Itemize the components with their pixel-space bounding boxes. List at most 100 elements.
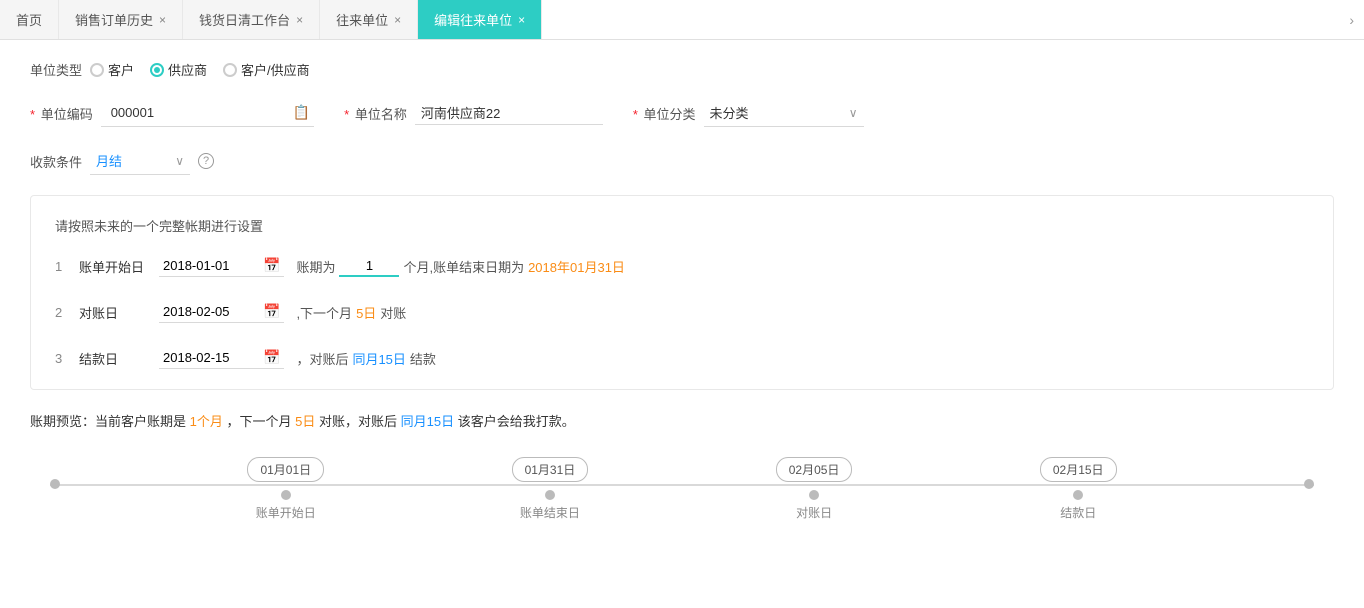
desc-suffix-3: 结款: [410, 349, 436, 368]
setting-row-1: 1 账单开始日 📅 账期为 个月,账单结束日期为 2018年01月31日: [55, 255, 1309, 277]
timeline-point-1: 01月01日 账单开始日: [247, 457, 324, 521]
required-star-cat: *: [633, 107, 638, 122]
payment-calendar-icon[interactable]: 📅: [263, 349, 280, 366]
timeline-end: [1304, 479, 1314, 489]
radio-customer-label: 客户: [108, 60, 134, 79]
copy-icon[interactable]: 📋: [293, 104, 310, 121]
unit-code-input-wrapper: 📋: [101, 99, 314, 127]
period-input[interactable]: [339, 256, 399, 277]
payment-date-input[interactable]: [163, 350, 263, 365]
timeline-point-2: 01月31日 账单结束日: [512, 457, 589, 521]
reconcile-date-input-wrapper: 📅: [159, 301, 284, 323]
payment-terms-field: 收款条件 月结 ∨ ?: [30, 147, 214, 175]
row-label-2: 对账日: [79, 303, 159, 322]
start-date-calendar-icon[interactable]: 📅: [263, 257, 280, 274]
radio-supplier[interactable]: 供应商: [150, 60, 207, 79]
preview-part3: 同月15日: [401, 414, 454, 429]
radio-group: 客户 供应商 客户/供应商: [90, 60, 310, 79]
desc-prefix-3: ，对账后: [296, 349, 348, 368]
tab-sales-label: 销售订单历史: [75, 10, 153, 29]
tab-sales-history[interactable]: 销售订单历史 ×: [59, 0, 183, 39]
tab-cash-label: 钱货日清工作台: [199, 10, 290, 29]
row-desc-3: ，对账后 同月15日 结款: [296, 349, 436, 368]
required-star-code: *: [30, 107, 35, 122]
unit-category-value: 未分类: [710, 103, 845, 122]
help-icon[interactable]: ?: [198, 153, 214, 169]
tl-dot-4: [1073, 490, 1083, 500]
radio-supplier-circle: [150, 63, 164, 77]
tl-dot-1: [281, 490, 291, 500]
preview-part1: 1个月: [190, 414, 223, 429]
preview-text: 账期预览：当前客户账期是 1个月 ，下一个月 5日 对账，对账后 同月15日 该…: [30, 410, 1334, 433]
payment-terms-dropdown[interactable]: 月结 ∨: [90, 147, 190, 175]
timeline-points: 01月01日 账单开始日 01月31日 账单结束日 02月05日 对账日 02月…: [50, 457, 1314, 521]
unit-name-field: * 单位名称: [344, 101, 603, 125]
start-date-input-wrapper: 📅: [159, 255, 284, 277]
radio-customer-circle: [90, 63, 104, 77]
tl-badge-2: 01月31日: [512, 457, 589, 482]
unit-code-field: * 单位编码 📋: [30, 99, 314, 127]
unit-category-field: * 单位分类 未分类 ∨: [633, 99, 864, 127]
desc-prefix-2: ,下一个月: [296, 303, 352, 322]
preview-part2: 5日: [295, 414, 315, 429]
tl-badge-3: 02月05日: [776, 457, 853, 482]
row-num-2: 2: [55, 305, 79, 320]
settings-section: 请按照未来的一个完整帐期进行设置 1 账单开始日 📅 账期为 个月,账单结束日期…: [30, 195, 1334, 390]
unit-info-row: * 单位编码 📋 * 单位名称 * 单位分类 未分类 ∨: [30, 99, 1334, 127]
reconcile-day-highlight: 5日: [356, 303, 376, 322]
timeline-wrapper: 01月01日 账单开始日 01月31日 账单结束日 02月05日 对账日 02月…: [30, 457, 1334, 551]
radio-both-label: 客户/供应商: [241, 60, 310, 79]
reconcile-calendar-icon[interactable]: 📅: [263, 303, 280, 320]
tab-arrow[interactable]: ›: [1339, 0, 1364, 39]
tab-home[interactable]: 首页: [0, 0, 59, 39]
section-title: 请按照未来的一个完整帐期进行设置: [55, 216, 1309, 235]
unit-code-input[interactable]: [105, 101, 293, 124]
row-label-3: 结款日: [79, 349, 159, 368]
start-date-input[interactable]: [163, 258, 263, 273]
tl-label-2: 账单结束日: [520, 504, 580, 521]
preview-part2-suffix: 对账，对账后: [319, 414, 397, 429]
main-content: 单位类型 客户 供应商 客户/供应商 * 单位编码: [0, 40, 1364, 608]
unit-name-label: * 单位名称: [344, 104, 407, 123]
row-label-1: 账单开始日: [79, 257, 159, 276]
tab-partner-close[interactable]: ×: [394, 13, 401, 27]
desc-suffix-1: 个月,账单结束日期为: [403, 257, 524, 276]
tl-badge-4: 02月15日: [1040, 457, 1117, 482]
timeline-start-dot: [50, 479, 60, 489]
unit-code-label: * 单位编码: [30, 104, 93, 123]
payment-terms-value: 月结: [96, 151, 171, 170]
tab-edit-partner[interactable]: 编辑往来单位 ×: [418, 0, 542, 39]
preview-suffix: 该客户会给我打款。: [458, 414, 575, 429]
tab-cash-work[interactable]: 钱货日清工作台 ×: [183, 0, 320, 39]
row-desc-2: ,下一个月 5日 对账: [296, 303, 406, 322]
tab-cash-close[interactable]: ×: [296, 13, 303, 27]
tab-partner-label: 往来单位: [336, 10, 388, 29]
setting-row-2: 2 对账日 📅 ,下一个月 5日 对账: [55, 301, 1309, 323]
payment-terms-arrow-icon: ∨: [175, 154, 184, 168]
required-star-name: *: [344, 107, 349, 122]
tl-label-1: 账单开始日: [256, 504, 316, 521]
radio-both[interactable]: 客户/供应商: [223, 60, 310, 79]
radio-supplier-label: 供应商: [168, 60, 207, 79]
tab-bar: 首页 销售订单历史 × 钱货日清工作台 × 往来单位 × 编辑往来单位 × ›: [0, 0, 1364, 40]
tl-badge-1: 01月01日: [247, 457, 324, 482]
row-desc-1: 账期为 个月,账单结束日期为 2018年01月31日: [296, 256, 624, 277]
unit-category-arrow-icon: ∨: [849, 106, 858, 120]
payment-terms-label: 收款条件: [30, 152, 82, 171]
tab-sales-close[interactable]: ×: [159, 13, 166, 27]
payment-terms-row: 收款条件 月结 ∨ ?: [30, 147, 1334, 175]
unit-name-input[interactable]: [415, 101, 603, 125]
end-date-highlight: 2018年01月31日: [528, 257, 625, 276]
timeline-point-4: 02月15日 结款日: [1040, 457, 1117, 521]
tab-partner[interactable]: 往来单位 ×: [320, 0, 418, 39]
tl-dot-2: [545, 490, 555, 500]
tl-label-3: 对账日: [796, 504, 832, 521]
tab-edit-label: 编辑往来单位: [434, 10, 512, 29]
radio-customer[interactable]: 客户: [90, 60, 134, 79]
unit-category-dropdown[interactable]: 未分类 ∨: [704, 99, 864, 127]
radio-both-circle: [223, 63, 237, 77]
timeline-end-dot: [1304, 479, 1314, 489]
tab-edit-close[interactable]: ×: [518, 13, 525, 27]
reconcile-date-input[interactable]: [163, 304, 263, 319]
tl-label-4: 结款日: [1060, 504, 1096, 521]
